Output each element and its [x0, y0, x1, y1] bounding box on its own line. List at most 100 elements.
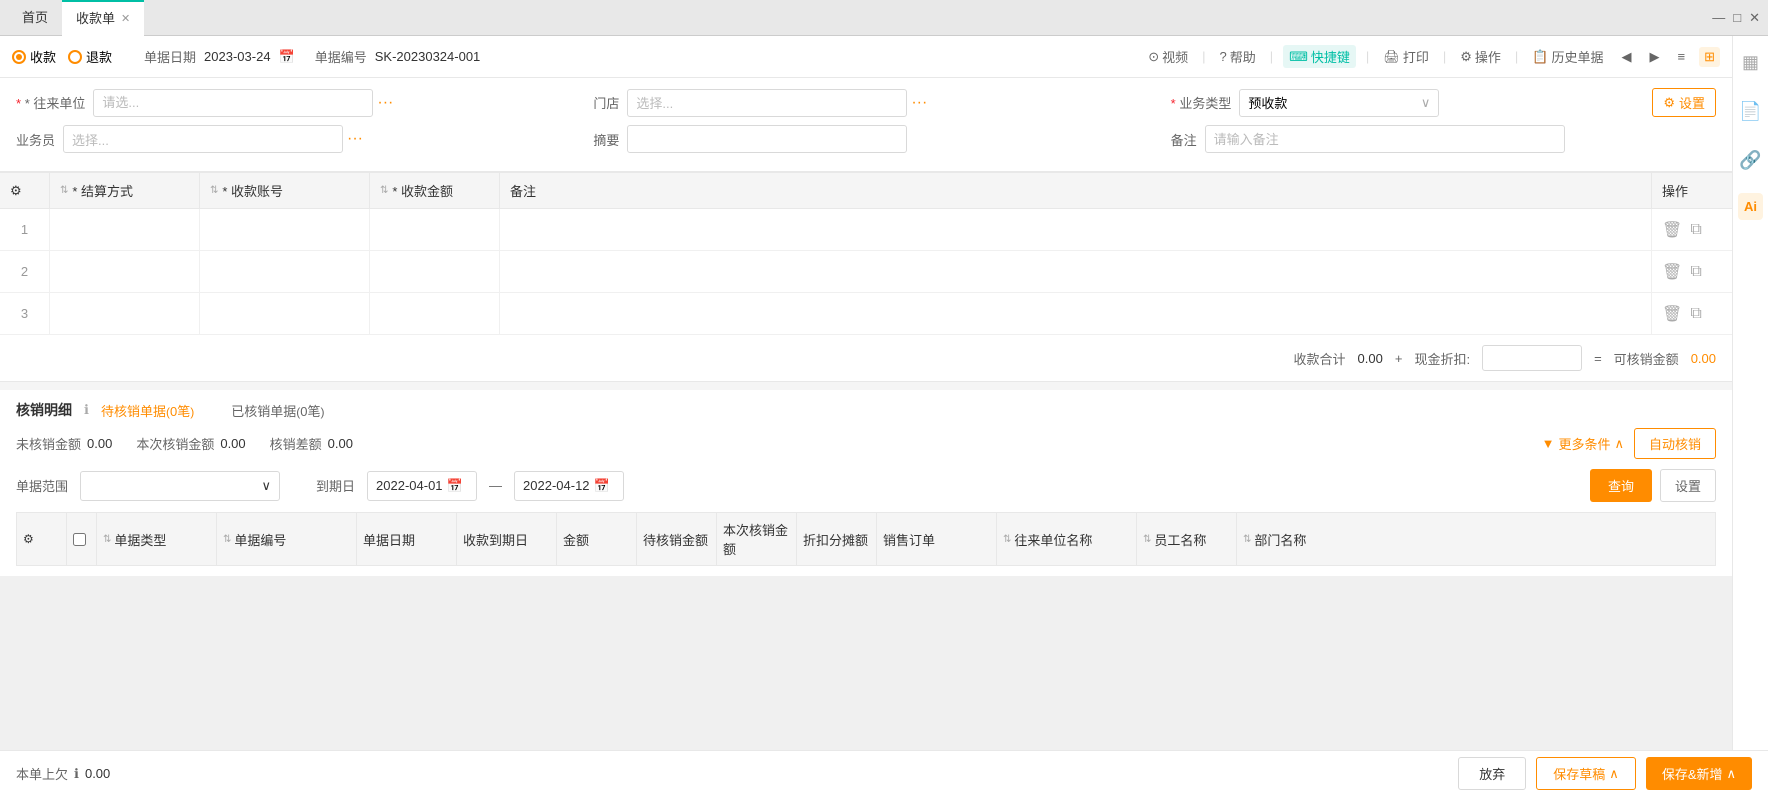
summary-row: 收款合计 0.00 + 现金折扣: = 可核销金额 0.00: [0, 335, 1732, 382]
due-date-field: 到期日 2022-04-01 📅 — 2022-04-12 📅: [316, 471, 624, 501]
video-btn[interactable]: ⊙ 视频: [1144, 45, 1192, 68]
store-select[interactable]: 选择...: [627, 89, 907, 117]
business-type-select[interactable]: 预收款 ∨: [1239, 89, 1439, 117]
store-more-icon[interactable]: ···: [911, 94, 927, 112]
sort-doc-type-icon[interactable]: ⇅: [103, 534, 111, 545]
sort-icon-amount[interactable]: ⇅: [380, 185, 388, 196]
doc-range-label: 单据范围: [16, 476, 68, 495]
row-3-copy-icon[interactable]: ⧉: [1690, 305, 1701, 323]
prev-info-icon[interactable]: ℹ: [74, 766, 79, 782]
minimize-icon[interactable]: —: [1712, 10, 1725, 26]
store-label: 门店: [593, 93, 627, 112]
radio-refund[interactable]: 退款: [68, 47, 112, 66]
form-row-1: * * 往来单位 ··· 门店 选择... ··· * 业务类型: [16, 88, 1716, 117]
radio-refund-dot: [68, 50, 82, 64]
window-controls: — □ ✕: [1712, 10, 1760, 26]
calendar-end-icon[interactable]: 📅: [594, 478, 610, 494]
row-1-account[interactable]: [200, 209, 370, 250]
row-3-note[interactable]: [500, 293, 1652, 334]
filter-settings-button[interactable]: 设置: [1660, 469, 1716, 502]
sidebar-table-icon[interactable]: ▦: [1736, 46, 1765, 79]
discount-input[interactable]: [1482, 345, 1582, 371]
section-divider: [0, 382, 1732, 390]
row-2-settlement[interactable]: [50, 251, 200, 292]
bth-checkbox[interactable]: [67, 513, 97, 565]
row-3-settlement[interactable]: [50, 293, 200, 334]
row-2-note[interactable]: [500, 251, 1652, 292]
row-3-actions: 🗑 ⧉: [1652, 293, 1732, 334]
row-3-delete-icon[interactable]: 🗑: [1662, 304, 1682, 324]
radio-receipt[interactable]: 收款: [12, 47, 56, 66]
row-2-copy-icon[interactable]: ⧉: [1690, 263, 1701, 281]
row-2-account[interactable]: [200, 251, 370, 292]
row-1-settlement[interactable]: [50, 209, 200, 250]
row-1-delete-icon[interactable]: 🗑: [1662, 220, 1682, 240]
bottom-left: 本单上欠 ℹ 0.00: [16, 764, 110, 783]
staff-select[interactable]: 选择...: [63, 125, 343, 153]
select-all-checkbox[interactable]: [73, 533, 86, 546]
bottom-bar: 本单上欠 ℹ 0.00 放弃 保存草稿 ∧ 保存&新增 ∧: [0, 750, 1768, 796]
completed-tab-link[interactable]: 已核销单据(0笔): [231, 401, 324, 420]
close-window-icon[interactable]: ✕: [1749, 10, 1760, 26]
save-new-button[interactable]: 保存&新增 ∧: [1646, 757, 1752, 790]
summary-input[interactable]: [627, 125, 907, 153]
sidebar-link-icon[interactable]: 🔗: [1733, 144, 1767, 177]
maximize-icon[interactable]: □: [1733, 10, 1741, 26]
sort-staff-icon[interactable]: ⇅: [1143, 534, 1151, 545]
doc-range-select[interactable]: ∨: [80, 471, 280, 501]
row-3-amount[interactable]: [370, 293, 500, 334]
settings-button[interactable]: ⚙ 设置: [1652, 88, 1716, 117]
table-settings-icon[interactable]: ⚙: [10, 183, 22, 199]
sort-dept-icon[interactable]: ⇅: [1243, 534, 1251, 545]
grid-view-icon[interactable]: ⊞: [1699, 47, 1720, 67]
row-1-copy-icon[interactable]: ⧉: [1690, 221, 1701, 239]
row-1-note[interactable]: [500, 209, 1652, 250]
due-date-end-input[interactable]: 2022-04-12 📅: [514, 471, 624, 501]
more-conditions-btn[interactable]: ▼ 更多条件 ∧: [1542, 434, 1624, 453]
query-button[interactable]: 查询: [1590, 469, 1652, 502]
sort-icon-account[interactable]: ⇅: [210, 185, 218, 196]
help-btn[interactable]: ? 帮助: [1216, 45, 1260, 68]
nav-prev-btn[interactable]: ◀: [1618, 47, 1636, 67]
info-icon[interactable]: ℹ: [84, 402, 89, 418]
counterpart-more-icon[interactable]: ···: [377, 94, 393, 112]
doc-range-field: 单据范围 ∨: [16, 471, 280, 501]
sort-counterpart-icon[interactable]: ⇅: [1003, 534, 1011, 545]
tab-close-icon[interactable]: ✕: [121, 1, 130, 37]
sort-doc-number-icon[interactable]: ⇅: [223, 534, 231, 545]
save-draft-button[interactable]: 保存草稿 ∧: [1536, 757, 1636, 790]
bth-doc-number: ⇅ 单据编号: [217, 513, 357, 565]
note-input[interactable]: [1205, 125, 1565, 153]
th-amount: ⇅ * 收款金额: [370, 173, 500, 208]
print-btn[interactable]: 🖨 打印: [1379, 45, 1433, 68]
tab-home[interactable]: 首页: [8, 0, 62, 36]
bth-settings[interactable]: ⚙: [17, 513, 67, 565]
calendar-start-icon[interactable]: 📅: [447, 478, 463, 494]
auto-verify-button[interactable]: 自动核销: [1634, 428, 1716, 459]
th-settings[interactable]: ⚙: [0, 173, 50, 208]
row-2-num: 2: [0, 251, 50, 292]
list-view-icon[interactable]: ≡: [1674, 47, 1690, 66]
business-type-field: * 业务类型 预收款 ∨ ⚙ 设置: [1171, 88, 1716, 117]
history-btn[interactable]: 📋 历史单据: [1528, 45, 1607, 68]
shortcut-btn[interactable]: ⌨ 快捷键: [1283, 45, 1356, 68]
sidebar-doc-icon[interactable]: 📄: [1733, 95, 1767, 128]
row-2-delete-icon[interactable]: 🗑: [1662, 262, 1682, 282]
tab-receipt[interactable]: 收款单 ✕: [62, 0, 144, 36]
staff-more-icon[interactable]: ···: [347, 130, 363, 148]
pending-tab-link[interactable]: 待核销单据(0笔): [101, 401, 194, 420]
calendar-icon[interactable]: 📅: [279, 49, 295, 65]
row-3-account[interactable]: [200, 293, 370, 334]
row-2-amount[interactable]: [370, 251, 500, 292]
sidebar-ai-icon[interactable]: Ai: [1738, 193, 1763, 220]
discard-button[interactable]: 放弃: [1458, 757, 1526, 790]
bth-current-amount: 本次核销金额: [717, 513, 797, 565]
due-date-start-input[interactable]: 2022-04-01 📅: [367, 471, 477, 501]
doc-date-value: 2023-03-24: [204, 49, 271, 64]
counterpart-input[interactable]: [93, 89, 373, 117]
sort-icon-settlement[interactable]: ⇅: [60, 185, 68, 196]
row-1-amount[interactable]: [370, 209, 500, 250]
nav-next-btn[interactable]: ▶: [1646, 47, 1664, 67]
operate-btn[interactable]: ⚙ 操作: [1456, 45, 1505, 68]
verification-section: 核销明细 ℹ 待核销单据(0笔) 已核销单据(0笔) 未核销金额 0.00 本次…: [0, 390, 1732, 576]
